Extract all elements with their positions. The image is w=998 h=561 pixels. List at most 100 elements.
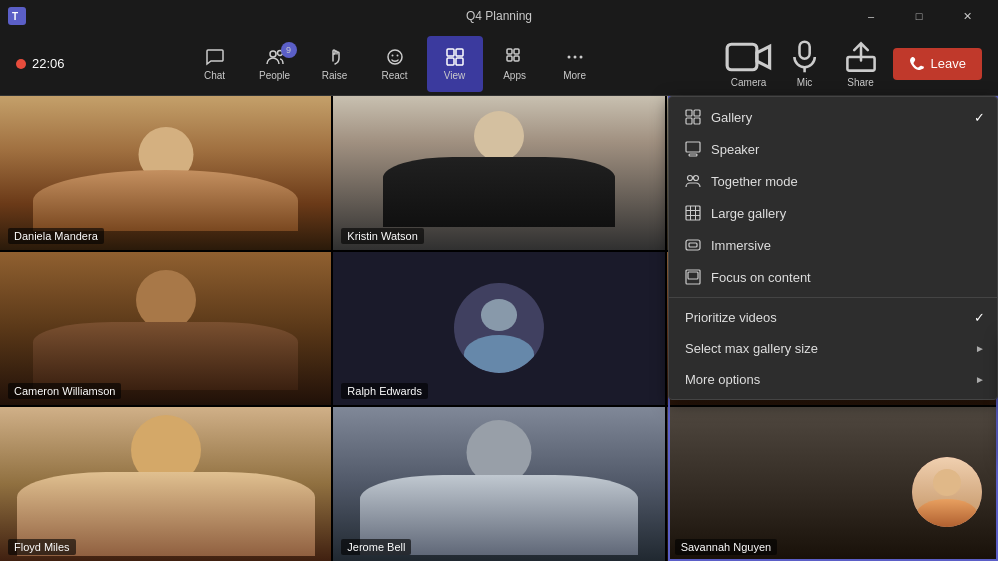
video-cell-jerome: Jerome Bell [333, 407, 664, 561]
large-gallery-icon [685, 205, 701, 221]
large-gallery-label: Large gallery [711, 206, 786, 221]
people-button[interactable]: People 9 [247, 36, 303, 92]
name-daniela: Daniela Mandera [8, 228, 104, 244]
svg-point-15 [567, 55, 570, 58]
focus-label: Focus on content [711, 270, 811, 285]
svg-point-17 [579, 55, 582, 58]
recording-time: 22:06 [32, 56, 65, 71]
leave-button[interactable]: Leave [893, 48, 982, 80]
raise-button[interactable]: Raise [307, 36, 363, 92]
window-title: Q4 Planning [466, 9, 532, 23]
video-cell-daniela: Daniela Mandera [0, 96, 331, 250]
recording-indicator: 22:06 [16, 56, 65, 71]
camera-icon [725, 40, 772, 74]
speaker-icon [685, 141, 701, 157]
raise-label: Raise [322, 70, 348, 81]
svg-rect-26 [686, 142, 700, 152]
name-kristin: Kristin Watson [341, 228, 424, 244]
svg-rect-10 [456, 58, 463, 65]
video-feed-jerome [333, 407, 664, 561]
svg-rect-35 [686, 240, 700, 250]
video-cell-kristin: Kristin Watson [333, 96, 664, 250]
svg-point-2 [270, 51, 276, 57]
menu-item-large-gallery[interactable]: Large gallery [669, 197, 997, 229]
recording-dot [16, 59, 26, 69]
video-cell-ralph: Ralph Edwards [333, 252, 664, 406]
menu-item-speaker[interactable]: Speaker [669, 133, 997, 165]
apps-label: Apps [503, 70, 526, 81]
svg-rect-14 [514, 56, 519, 61]
chat-button[interactable]: Chat [187, 36, 243, 92]
svg-rect-30 [686, 206, 700, 220]
menu-item-focus[interactable]: Focus on content [669, 261, 997, 293]
svg-rect-36 [689, 243, 697, 247]
mic-icon [791, 40, 818, 74]
title-bar-left: T [8, 7, 26, 25]
view-button[interactable]: View [427, 36, 483, 92]
toolbar-right: Camera Mic Share Leave [725, 40, 982, 88]
svg-rect-8 [456, 49, 463, 56]
camera-label: Camera [731, 77, 767, 88]
window-controls: – □ ✕ [848, 0, 990, 32]
video-area: Daniela Mandera Kristin Watson Wa... [0, 96, 998, 561]
speaker-label: Speaker [711, 142, 759, 157]
video-feed-cameron [0, 252, 331, 406]
camera-button[interactable]: Camera [725, 40, 773, 88]
svg-rect-13 [507, 56, 512, 61]
name-cameron: Cameron Williamson [8, 383, 121, 399]
svg-point-29 [694, 176, 699, 181]
raise-icon [325, 47, 345, 67]
video-feed-kristin [333, 96, 664, 250]
more-label: More [563, 70, 586, 81]
prioritize-check: ✓ [974, 310, 985, 325]
menu-item-gallery[interactable]: Gallery ✓ [669, 101, 997, 133]
maximize-button[interactable]: □ [896, 0, 942, 32]
menu-item-more-options[interactable]: More options ► [669, 364, 997, 395]
menu-item-together[interactable]: Together mode [669, 165, 997, 197]
more-options-label: More options [685, 372, 760, 387]
minimize-button[interactable]: – [848, 0, 894, 32]
phone-icon [909, 56, 925, 72]
svg-point-16 [573, 55, 576, 58]
menu-item-gallery-size[interactable]: Select max gallery size ► 4 people 9 peo… [669, 333, 997, 364]
svg-rect-12 [514, 49, 519, 54]
react-button[interactable]: React [367, 36, 423, 92]
more-options-arrow: ► [975, 374, 985, 385]
gallery-size-arrow: ► [975, 343, 985, 354]
ralph-avatar [454, 283, 544, 373]
close-button[interactable]: ✕ [944, 0, 990, 32]
svg-rect-19 [799, 41, 809, 58]
menu-item-immersive[interactable]: Immersive [669, 229, 997, 261]
mic-label: Mic [797, 77, 813, 88]
more-icon [565, 47, 585, 67]
video-feed-floyd [0, 407, 331, 561]
together-label: Together mode [711, 174, 798, 189]
gallery-check: ✓ [974, 110, 985, 125]
svg-rect-7 [447, 49, 454, 56]
name-savannah: Savannah Nguyen [675, 539, 778, 555]
react-icon [385, 47, 405, 67]
gallery-icon [685, 109, 701, 125]
svg-rect-23 [694, 110, 700, 116]
apps-button[interactable]: Apps [487, 36, 543, 92]
video-cell-cameron: Cameron Williamson [0, 252, 331, 406]
name-ralph: Ralph Edwards [341, 383, 428, 399]
immersive-icon [685, 237, 701, 253]
apps-icon [505, 47, 525, 67]
video-feed-savannah [667, 407, 998, 561]
toolbar-left: 22:06 [16, 56, 65, 71]
more-button[interactable]: More [547, 36, 603, 92]
mic-button[interactable]: Mic [781, 40, 829, 88]
svg-point-28 [688, 176, 693, 181]
svg-rect-27 [689, 154, 697, 156]
svg-rect-38 [688, 272, 698, 279]
leave-label: Leave [931, 56, 966, 71]
view-icon [445, 47, 465, 67]
svg-rect-11 [507, 49, 512, 54]
menu-item-prioritize[interactable]: Prioritize videos ✓ [669, 302, 997, 333]
share-label: Share [847, 77, 874, 88]
video-feed-daniela [0, 96, 331, 250]
svg-rect-22 [686, 110, 692, 116]
video-cell-floyd: Floyd Miles [0, 407, 331, 561]
share-button[interactable]: Share [837, 40, 885, 88]
